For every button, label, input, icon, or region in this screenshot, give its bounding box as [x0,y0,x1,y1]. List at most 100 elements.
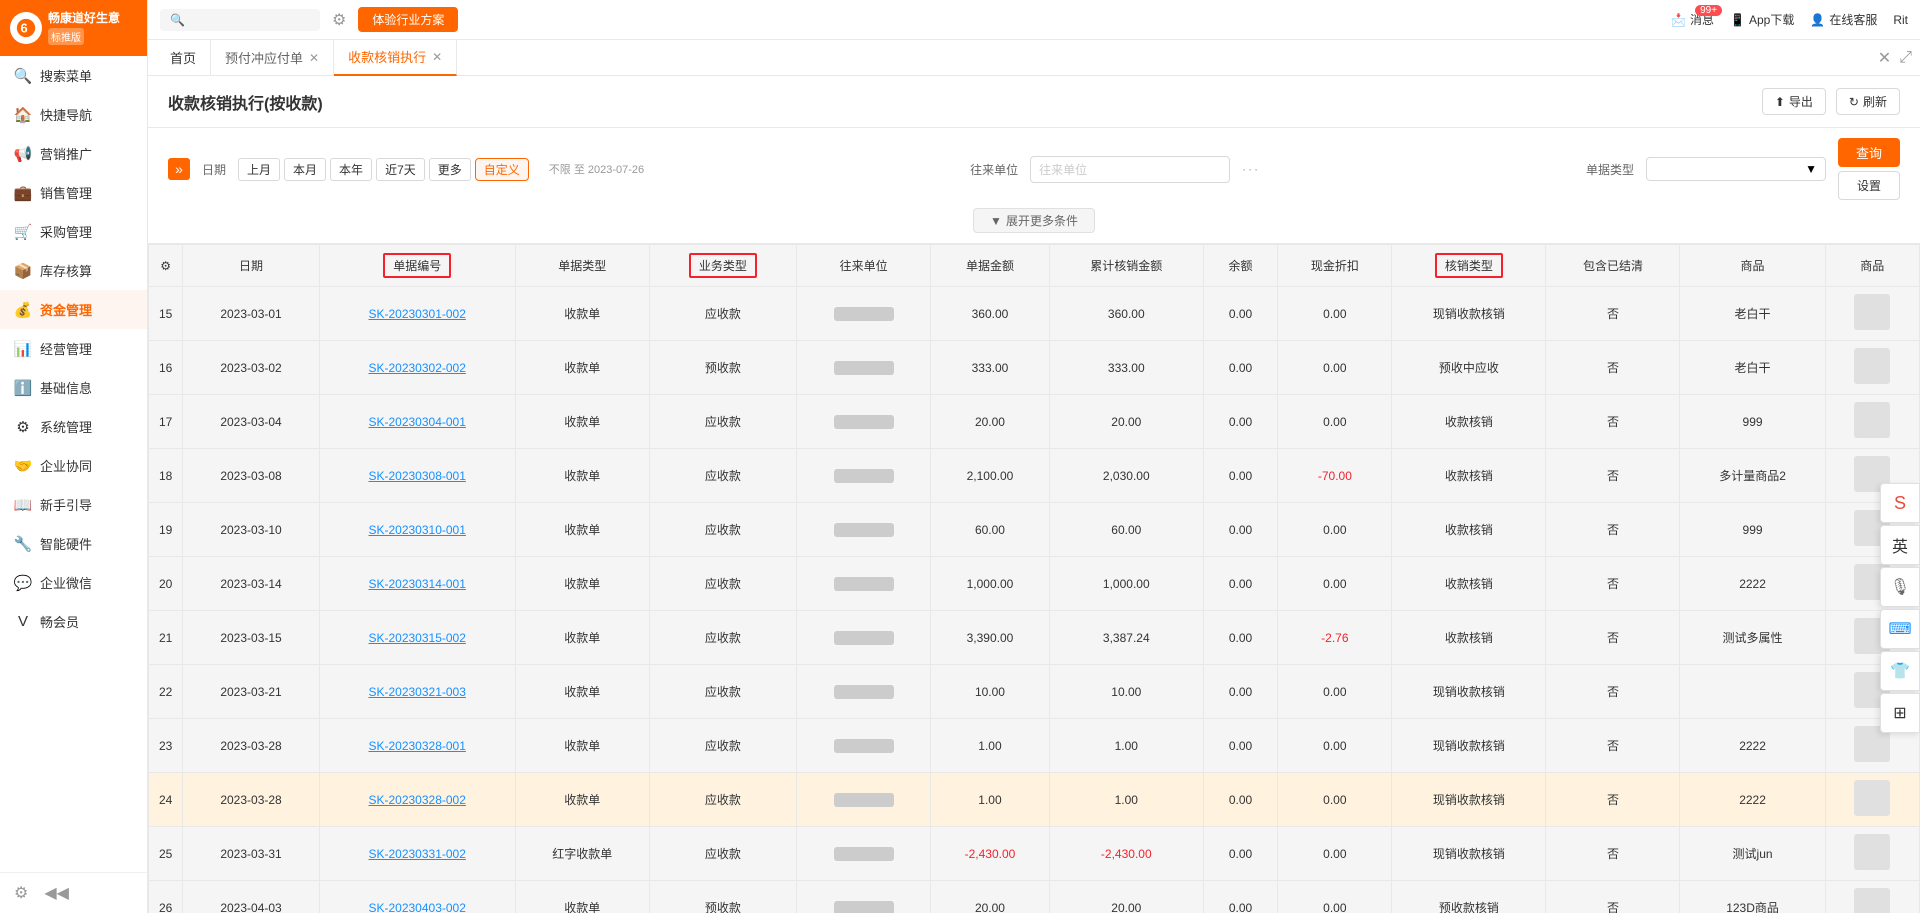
tab-prepay[interactable]: 预付冲应付单 ✕ [211,40,334,76]
sidebar-item-search[interactable]: 🔍 搜索菜单 [0,56,147,95]
row-verified: 2,030.00 [1049,449,1203,503]
row-order-no: SK-20230328-001 [319,719,515,773]
guide-icon: 📖 [14,496,32,514]
tab-collection-close[interactable]: ✕ [432,50,442,64]
row-biz-type: 应收款 [649,395,796,449]
row-balance: 0.00 [1203,341,1278,395]
date-btn-thismonth[interactable]: 本月 [284,158,326,181]
sidebar-item-basic[interactable]: ℹ️ 基础信息 [0,368,147,407]
float-panel: S 英 🎙 ⌨ 👕 ⊞ [1880,483,1920,733]
quicknav-icon: 🏠 [14,106,32,124]
refresh-btn[interactable]: ↻ 刷新 [1836,88,1900,115]
row-verify-type: 预收款核销 [1392,881,1546,913]
float-english-icon[interactable]: 英 [1880,525,1920,565]
sidebar-label-collab: 企业协同 [40,456,92,475]
row-balance: 0.00 [1203,395,1278,449]
collapse-footer-btn[interactable]: ◀◀ [44,883,69,903]
export-btn[interactable]: ⬆ 导出 [1762,88,1826,115]
sidebar-item-sales[interactable]: 💼 销售管理 [0,173,147,212]
row-order-no: SK-20230314-001 [319,557,515,611]
sidebar-item-management[interactable]: 📊 经营管理 [0,329,147,368]
sidebar-item-guide[interactable]: 📖 新手引导 [0,485,147,524]
row-discount: 0.00 [1278,719,1392,773]
row-order-no: SK-20230321-003 [319,665,515,719]
filter-row-1: » 日期 上月 本月 本年 近7天 更多 自定义 不限 至 2023-07-26… [168,138,1900,200]
float-s-icon[interactable]: S [1880,483,1920,523]
sidebar-item-finance[interactable]: 💰 资金管理 [0,290,147,329]
row-verify-type: 收款核销 [1392,395,1546,449]
sidebar-item-marketing[interactable]: 📢 营销推广 [0,134,147,173]
filter-dots[interactable]: ··· [1242,162,1260,176]
row-order-type: 收款单 [515,881,649,913]
tab-prepay-label: 预付冲应付单 [225,48,303,67]
settings-footer-btn[interactable]: ⚙ [14,883,28,903]
row-biz-type: 应收款 [649,719,796,773]
row-include-settled: 否 [1546,449,1680,503]
row-id: 22 [149,665,183,719]
date-btn-thisyear[interactable]: 本年 [330,158,372,181]
query-btn[interactable]: 查询 [1838,138,1900,167]
row-include-settled: 否 [1546,827,1680,881]
float-mic-icon[interactable]: 🎙 [1880,567,1920,607]
sidebar-item-wechat[interactable]: 💬 企业微信 [0,563,147,602]
table-row: 16 2023-03-02 SK-20230302-002 收款单 预收款 33… [149,341,1920,395]
th-gear[interactable]: ⚙ [149,245,183,287]
tab-prepay-close[interactable]: ✕ [309,51,319,65]
sidebar-item-system[interactable]: ⚙ 系统管理 [0,407,147,446]
date-options: 上月 本月 本年 近7天 更多 自定义 [238,158,529,181]
sidebar-item-collab[interactable]: 🤝 企业协同 [0,446,147,485]
row-order-type: 收款单 [515,773,649,827]
row-date: 2023-03-10 [183,503,319,557]
receipt-type-select[interactable]: ▼ [1646,157,1826,181]
row-verify-type: 现销收款核销 [1392,827,1546,881]
sidebar-item-member[interactable]: V 畅会员 [0,602,147,641]
topbar-search[interactable]: 🔍 [160,9,320,31]
row-product [1680,665,1825,719]
tab-home[interactable]: 首页 [156,40,211,76]
row-product: 999 [1680,395,1825,449]
row-verify-type: 收款核销 [1392,557,1546,611]
finance-icon: 💰 [14,301,32,319]
industry-btn[interactable]: 体验行业方案 [358,7,458,32]
sidebar-logo: 6 畅康道好生意 标推版 [0,0,147,56]
date-btn-more[interactable]: 更多 [429,158,471,181]
topbar-app-download[interactable]: 📱 App下载 [1730,11,1794,28]
hardware-icon: 🔧 [14,535,32,553]
sidebar-label-member: 畅会员 [40,612,79,631]
row-amount: 1.00 [931,719,1050,773]
sidebar-item-quicknav[interactable]: 🏠 快捷导航 [0,95,147,134]
tab-expand[interactable]: ⤢ [1899,49,1912,67]
row-balance: 0.00 [1203,773,1278,827]
topbar-username[interactable]: Rit [1893,13,1908,27]
row-biz-type: 应收款 [649,611,796,665]
table-row: 17 2023-03-04 SK-20230304-001 收款单 应收款 20… [149,395,1920,449]
topbar-notice[interactable]: 📩 消息 99+ [1671,11,1714,28]
float-keyboard-icon[interactable]: ⌨ [1880,609,1920,649]
wechat-icon: 💬 [14,574,32,592]
sidebar-item-hardware[interactable]: 🔧 智能硬件 [0,524,147,563]
tab-collection[interactable]: 收款核销执行 ✕ [334,40,457,76]
sidebar-item-inventory[interactable]: 📦 库存核算 [0,251,147,290]
topbar-online-service[interactable]: 👤 在线客服 [1810,11,1877,28]
row-company [797,773,931,827]
expand-more-btn[interactable]: ▼ 展开更多条件 [973,208,1095,233]
sales-icon: 💼 [14,184,32,202]
date-btn-custom[interactable]: 自定义 [475,158,529,181]
member-icon: V [14,613,32,631]
filter-collapse-btn[interactable]: » [168,158,190,180]
table-row: 23 2023-03-28 SK-20230328-001 收款单 应收款 1.… [149,719,1920,773]
row-product2 [1825,773,1919,827]
date-btn-lastmonth[interactable]: 上月 [238,158,280,181]
tab-close-all[interactable]: ✕ [1878,48,1891,68]
company-input[interactable]: 往来单位 [1030,156,1230,183]
row-verified: 1.00 [1049,719,1203,773]
date-btn-7days[interactable]: 近7天 [376,158,425,181]
sidebar-item-purchase[interactable]: 🛒 采购管理 [0,212,147,251]
row-amount: 333.00 [931,341,1050,395]
float-apps-icon[interactable]: ⊞ [1880,693,1920,733]
sidebar-label-purchase: 采购管理 [40,222,92,241]
topbar-gear-icon[interactable]: ⚙ [332,10,346,30]
float-shirt-icon[interactable]: 👕 [1880,651,1920,691]
receipt-type-label: 单据类型 [1586,161,1634,178]
setting-btn[interactable]: 设置 [1838,171,1900,200]
